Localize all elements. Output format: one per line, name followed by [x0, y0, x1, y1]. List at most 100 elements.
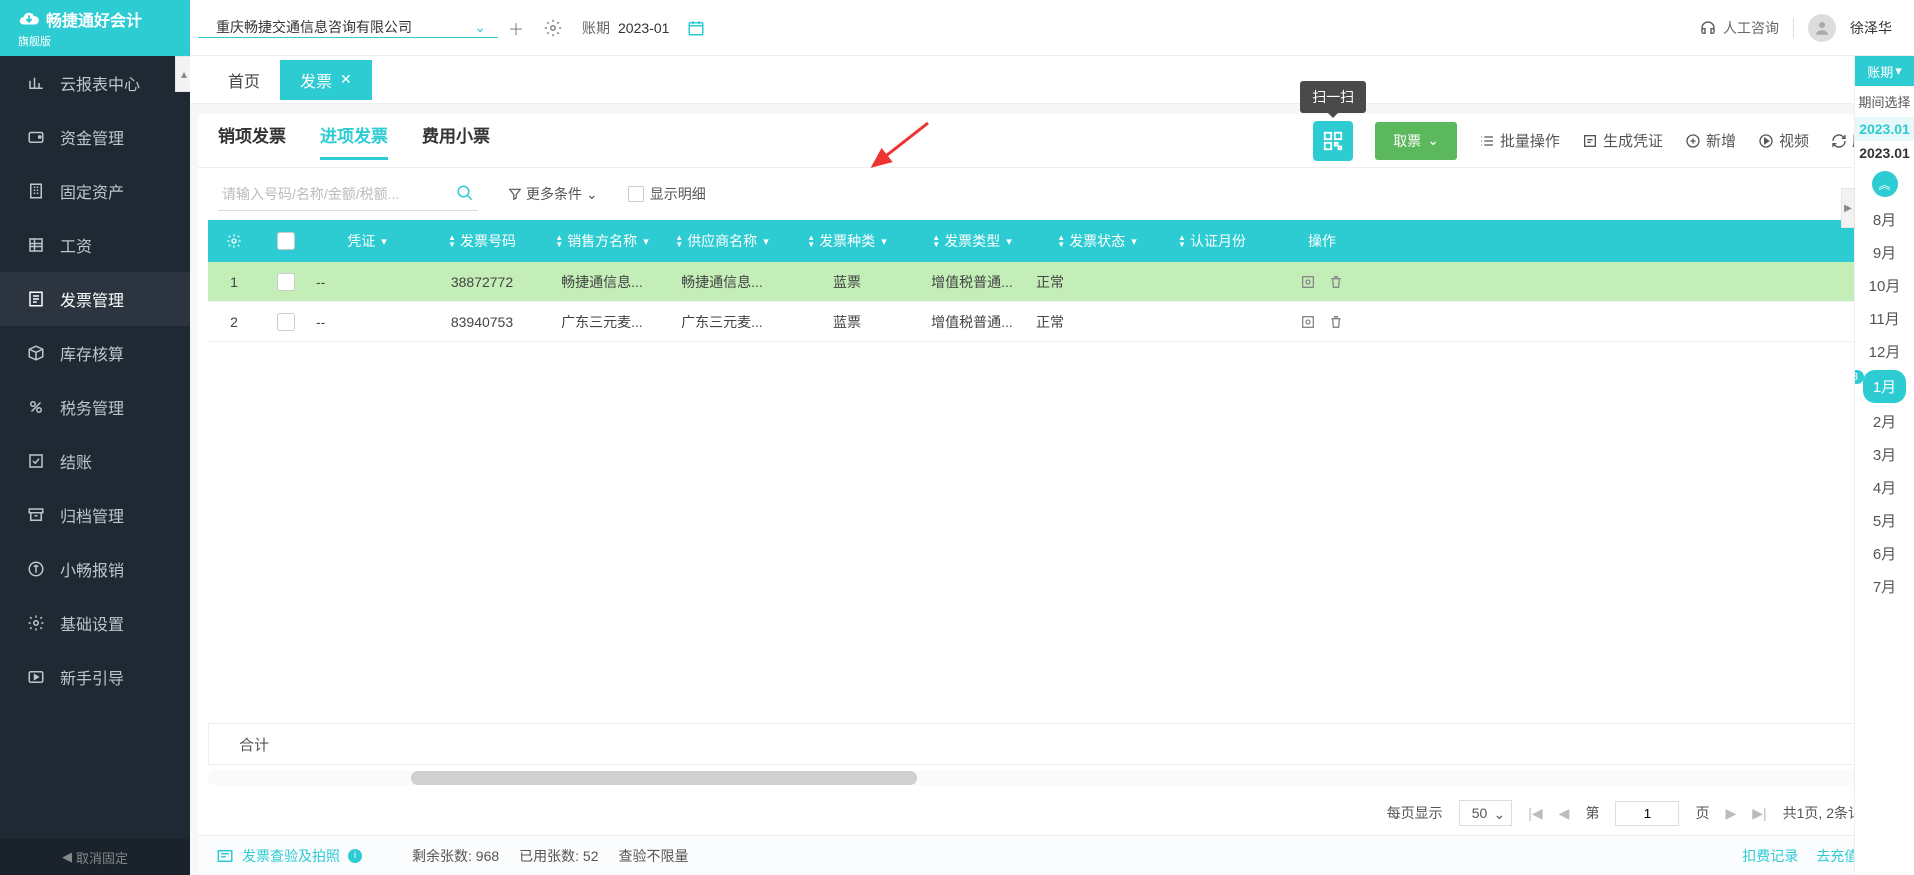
sidebar-item-label: 固定资产	[60, 179, 124, 203]
sidebar-item[interactable]: 结账	[0, 434, 190, 488]
row-checkbox[interactable]	[260, 273, 312, 291]
scan-qr-button[interactable]: 扫一扫	[1313, 121, 1353, 161]
sidebar-item[interactable]: 小畅报销	[0, 542, 190, 596]
support-link[interactable]: 人工咨询	[1699, 18, 1779, 38]
delete-icon[interactable]	[1328, 314, 1344, 330]
sidebar-item[interactable]: 固定资产	[0, 164, 190, 218]
panel-collapse-handle[interactable]: ▶	[1841, 188, 1855, 228]
period-month[interactable]: 5月	[1855, 504, 1914, 537]
th-status[interactable]: ▲▼发票状态▾	[1032, 231, 1162, 251]
refresh-icon	[1831, 133, 1847, 149]
cell-op	[1262, 314, 1382, 330]
chevron-down-icon: ⌄	[1427, 132, 1439, 149]
cell-seller: 广东三元麦...	[542, 312, 662, 332]
add-icon[interactable]: ＋	[498, 16, 534, 40]
avatar[interactable]	[1808, 14, 1836, 42]
tab-sale-invoice[interactable]: 销项发票	[218, 122, 286, 160]
sort-icon: ▲▼	[1057, 234, 1065, 248]
search-input[interactable]	[218, 178, 478, 211]
period-year-end[interactable]: 2023.01	[1855, 141, 1914, 165]
sidebar-item[interactable]: 归档管理	[0, 488, 190, 542]
info-icon[interactable]: i	[348, 849, 362, 863]
tab-purchase-invoice[interactable]: 进项发票	[320, 122, 388, 160]
sidebar-item[interactable]: 云报表中心	[0, 56, 190, 110]
th-invoice-no[interactable]: ▲▼发票号码	[422, 231, 542, 251]
fetch-invoice-button[interactable]: 取票 ⌄	[1375, 122, 1457, 160]
period-month[interactable]: 1月2023	[1863, 370, 1906, 403]
sidebar-unpin[interactable]: ◀ 取消固定	[0, 839, 190, 875]
recharge-link[interactable]: 去充值	[1816, 846, 1858, 866]
voucher-button[interactable]: 生成凭证	[1582, 130, 1663, 151]
cell-voucher: --	[312, 274, 422, 290]
page-input[interactable]	[1615, 801, 1679, 826]
row-checkbox[interactable]	[260, 313, 312, 331]
period-month[interactable]: 2月	[1855, 405, 1914, 438]
more-conditions[interactable]: 更多条件 ⌄	[508, 184, 598, 204]
period-month[interactable]: 12月	[1855, 335, 1914, 368]
period-month[interactable]: 6月	[1855, 537, 1914, 570]
sidebar-item[interactable]: 新手引导	[0, 650, 190, 704]
view-icon[interactable]	[1300, 314, 1316, 330]
sidebar-item[interactable]: 基础设置	[0, 596, 190, 650]
tab-home[interactable]: 首页	[208, 60, 280, 100]
invoice-icon	[26, 290, 46, 308]
verify-link[interactable]: 发票查验及拍照	[242, 846, 340, 866]
last-page[interactable]: ▶|	[1752, 805, 1766, 822]
per-page-select[interactable]: 50 ⌄	[1459, 800, 1513, 826]
sidebar-item[interactable]: 税务管理	[0, 380, 190, 434]
delete-icon[interactable]	[1328, 274, 1344, 290]
company-selector[interactable]: 重庆畅捷交通信息咨询有限公司 ⌄	[198, 17, 498, 38]
sidebar-item[interactable]: 库存核算	[0, 326, 190, 380]
search-icon[interactable]	[456, 184, 474, 202]
video-button[interactable]: 视频	[1758, 130, 1809, 151]
th-select-all[interactable]	[260, 232, 312, 250]
period-month[interactable]: 11月	[1855, 302, 1914, 335]
period-month[interactable]: 4月	[1855, 471, 1914, 504]
th-seller[interactable]: ▲▼销售方名称▾	[542, 231, 662, 251]
calendar-icon[interactable]	[677, 19, 715, 37]
th-month[interactable]: ▲▼认证月份	[1162, 231, 1262, 251]
top-header: 畅捷通好会计 旗舰版 重庆畅捷交通信息咨询有限公司 ⌄ ＋ 账期 2023-01…	[0, 0, 1914, 56]
batch-button[interactable]: 批量操作	[1479, 130, 1560, 151]
sidebar-item[interactable]: 工资	[0, 218, 190, 272]
period-month[interactable]: 7月	[1855, 570, 1914, 603]
checkbox[interactable]	[628, 186, 644, 202]
period-month[interactable]: 8月	[1855, 203, 1914, 236]
table-row[interactable]: 1--38872772畅捷通信息...畅捷通信息...蓝票增值税普通...正常	[208, 262, 1896, 302]
tab-invoice[interactable]: 发票 ✕	[280, 60, 372, 100]
sidebar-item[interactable]: 发票管理	[0, 272, 190, 326]
period-year-start[interactable]: 2023.01	[1855, 117, 1914, 141]
view-icon[interactable]	[1300, 274, 1316, 290]
tax-icon	[26, 398, 46, 416]
wallet-icon	[26, 128, 46, 146]
next-page[interactable]: ▶	[1725, 805, 1736, 822]
period-month[interactable]: 10月	[1855, 269, 1914, 302]
th-kind[interactable]: ▲▼发票种类▾	[782, 231, 912, 251]
row-index: 2	[208, 314, 260, 330]
th-voucher[interactable]: 凭证▾	[312, 231, 422, 251]
main: 首页 发票 ✕ ✕ ⛶ 销项发票 进项发票 费用小票 扫一扫	[190, 56, 1914, 875]
divider	[1793, 18, 1794, 38]
show-detail-toggle[interactable]: 显示明细	[628, 184, 706, 204]
th-type[interactable]: ▲▼发票类型▾	[912, 231, 1032, 251]
prev-page[interactable]: ◀	[1559, 805, 1570, 822]
tab-expense-receipt[interactable]: 费用小票	[422, 122, 490, 160]
first-page[interactable]: |◀	[1528, 805, 1542, 822]
period-month[interactable]: 9月	[1855, 236, 1914, 269]
archive-icon	[26, 506, 46, 524]
period-month[interactable]: 3月	[1855, 438, 1914, 471]
scrollbar-thumb[interactable]	[411, 771, 917, 785]
th-supplier[interactable]: ▲▼供应商名称▾	[662, 231, 782, 251]
cell-seller: 畅捷通信息...	[542, 272, 662, 292]
period-button[interactable]: 账期▾	[1855, 56, 1914, 86]
headset-icon	[1699, 19, 1717, 37]
gear-icon[interactable]	[534, 19, 572, 37]
horizontal-scrollbar[interactable]	[208, 771, 1896, 785]
th-settings[interactable]	[208, 233, 260, 249]
sidebar-item[interactable]: 资金管理	[0, 110, 190, 164]
table-row[interactable]: 2--83940753广东三元麦...广东三元麦...蓝票增值税普通...正常	[208, 302, 1896, 342]
deduct-link[interactable]: 扣费记录	[1742, 846, 1798, 866]
close-icon[interactable]: ✕	[340, 71, 352, 88]
new-button[interactable]: 新增	[1685, 130, 1736, 151]
scroll-up-button[interactable]: ︽	[1872, 171, 1898, 197]
